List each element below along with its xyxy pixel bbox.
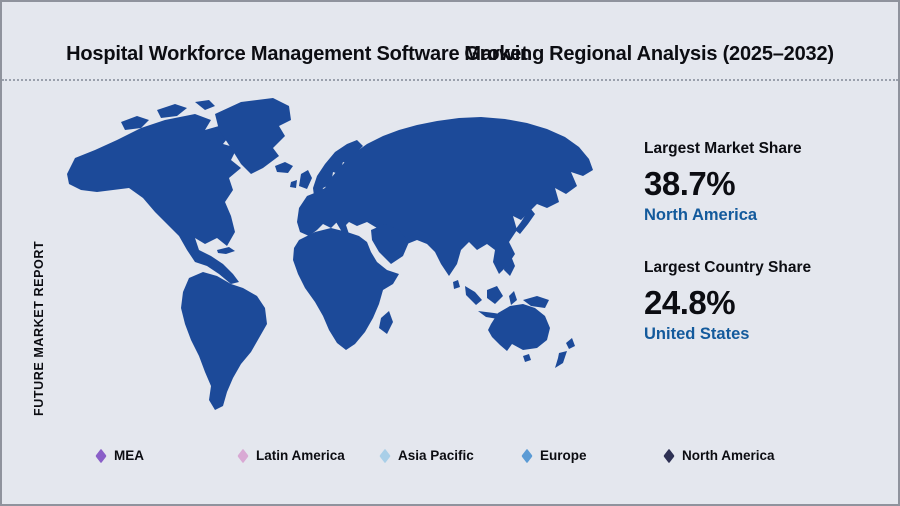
stat-value: 24.8% [644, 284, 736, 321]
legend-item-latin-america: Latin America [237, 448, 381, 463]
legend-label: Europe [540, 448, 587, 463]
map-australia [488, 304, 550, 351]
legend-label: North America [682, 448, 775, 463]
stat-region: North America [644, 206, 758, 224]
brand-watermark: FUTURE MARKET REPORT [32, 240, 46, 416]
legend-item-mea: MEA [95, 448, 239, 463]
stat-label: Largest Market Share [644, 140, 802, 157]
legend-diamond-icon [663, 448, 675, 463]
legend-diamond-icon [95, 448, 107, 463]
map-sri-lanka [453, 280, 460, 289]
page-title: Hospital Workforce Management Software M… [2, 43, 898, 66]
legend-item-europe: Europe [521, 448, 665, 463]
title-part-1: Hospital Workforce Management Software [66, 43, 460, 65]
legend-diamond-icon [379, 448, 391, 463]
stat-label: Largest Country Share [644, 259, 812, 276]
legend-item-north-america: North America [663, 448, 807, 463]
map-new-zealand [555, 338, 575, 368]
stat-largest-country-share: Largest Country Share 24.8% United State… [644, 259, 894, 344]
title-overlap-group: Market Growing [464, 43, 544, 66]
legend-item-asia-pacific: Asia Pacific [379, 448, 523, 463]
infographic-page: Hospital Workforce Management Software M… [0, 0, 900, 506]
map-legend: MEA Latin America Asia Pacific Europe No… [95, 448, 807, 463]
stat-region: United States [644, 325, 750, 343]
map-tasmania [523, 354, 531, 362]
stat-value: 38.7% [644, 165, 736, 202]
world-map-landmass [67, 98, 593, 410]
map-iceland [275, 162, 293, 173]
legend-label: Asia Pacific [398, 448, 474, 463]
stats-panel: Largest Market Share 38.7% North America… [644, 140, 894, 344]
map-south-america [181, 272, 267, 410]
world-map-svg [67, 98, 593, 410]
stat-largest-market-share: Largest Market Share 38.7% North America [644, 140, 894, 225]
map-madagascar [379, 311, 393, 334]
title-part-2: Regional Analysis (2025–2032) [549, 43, 834, 65]
map-caribbean [217, 247, 235, 254]
title-overlap-growing: Growing [464, 43, 545, 65]
dotted-divider [2, 79, 898, 81]
legend-diamond-icon [521, 448, 533, 463]
legend-label: Latin America [256, 448, 345, 463]
map-north-america [67, 114, 241, 284]
legend-diamond-icon [237, 448, 249, 463]
map-uk [290, 170, 312, 189]
legend-label: MEA [114, 448, 144, 463]
world-map [60, 92, 622, 432]
